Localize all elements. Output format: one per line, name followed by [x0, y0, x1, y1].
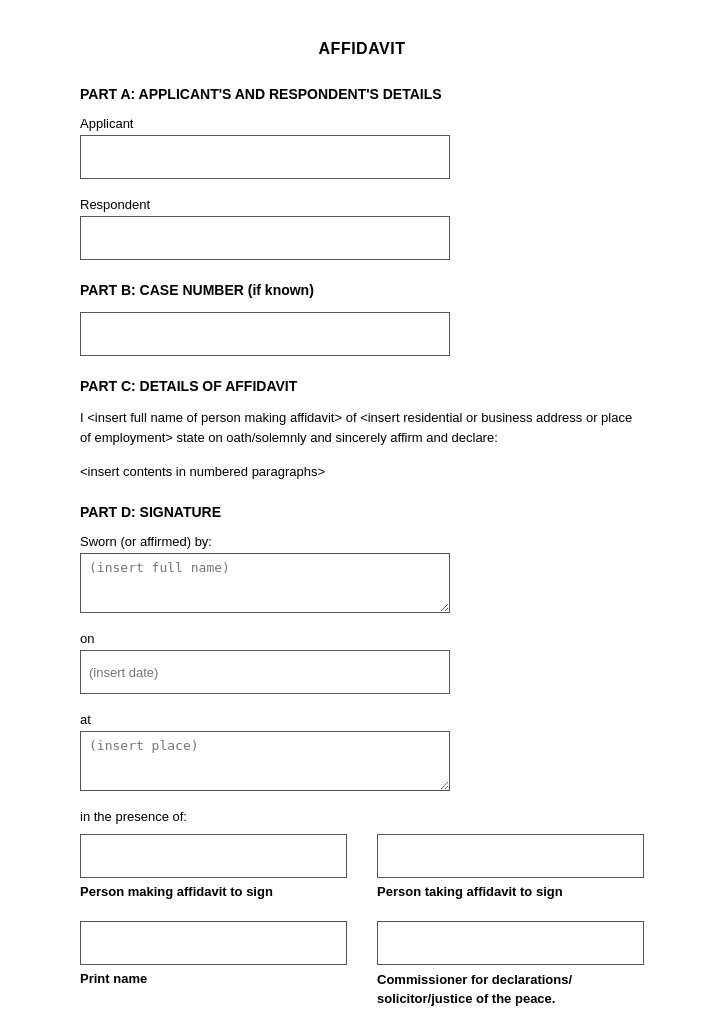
sig-col-2: Person taking affidavit to sign	[377, 834, 644, 913]
at-label: at	[80, 712, 644, 727]
commissioner-label: Commissioner for declarations/ solicitor…	[377, 971, 644, 1007]
signature-row-1: Person making affidavit to sign Person t…	[80, 834, 644, 913]
sig-col-1: Person making affidavit to sign	[80, 834, 347, 913]
person-taking-label: Person taking affidavit to sign	[377, 884, 644, 899]
applicant-label: Applicant	[80, 116, 644, 131]
print-name-input[interactable]	[80, 921, 347, 965]
commissioner-sig-input[interactable]	[377, 921, 644, 965]
case-number-input[interactable]	[80, 312, 450, 356]
part-c-body2: <insert contents in numbered paragraphs>	[80, 462, 644, 482]
respondent-label: Respondent	[80, 197, 644, 212]
print-name-label: Print name	[80, 971, 347, 986]
part-b-heading: PART B: CASE NUMBER (if known)	[80, 282, 644, 298]
print-col: Print name	[80, 921, 347, 1007]
part-c-section: PART C: DETAILS OF AFFIDAVIT I <insert f…	[80, 378, 644, 482]
applicant-input[interactable]	[80, 135, 450, 179]
sworn-label: Sworn (or affirmed) by:	[80, 534, 644, 549]
date-input[interactable]	[80, 650, 450, 694]
part-c-heading: PART C: DETAILS OF AFFIDAVIT	[80, 378, 644, 394]
part-d-section: PART D: SIGNATURE Sworn (or affirmed) by…	[80, 504, 644, 1007]
part-c-body1: I <insert full name of person making aff…	[80, 408, 644, 448]
part-a-heading: PART A: APPLICANT'S AND RESPONDENT'S DET…	[80, 86, 644, 102]
place-input[interactable]	[80, 731, 450, 791]
respondent-input[interactable]	[80, 216, 450, 260]
person-taking-sig-input[interactable]	[377, 834, 644, 878]
sworn-input[interactable]	[80, 553, 450, 613]
part-b-section: PART B: CASE NUMBER (if known)	[80, 282, 644, 356]
commissioner-col: Commissioner for declarations/ solicitor…	[377, 921, 644, 1007]
person-making-sig-input[interactable]	[80, 834, 347, 878]
signature-row-2: Print name Commissioner for declarations…	[80, 921, 644, 1007]
person-making-label: Person making affidavit to sign	[80, 884, 347, 899]
part-d-heading: PART D: SIGNATURE	[80, 504, 644, 520]
presence-label: in the presence of:	[80, 809, 644, 824]
on-label: on	[80, 631, 644, 646]
page-title: AFFIDAVIT	[80, 40, 644, 58]
part-a-section: PART A: APPLICANT'S AND RESPONDENT'S DET…	[80, 86, 644, 260]
